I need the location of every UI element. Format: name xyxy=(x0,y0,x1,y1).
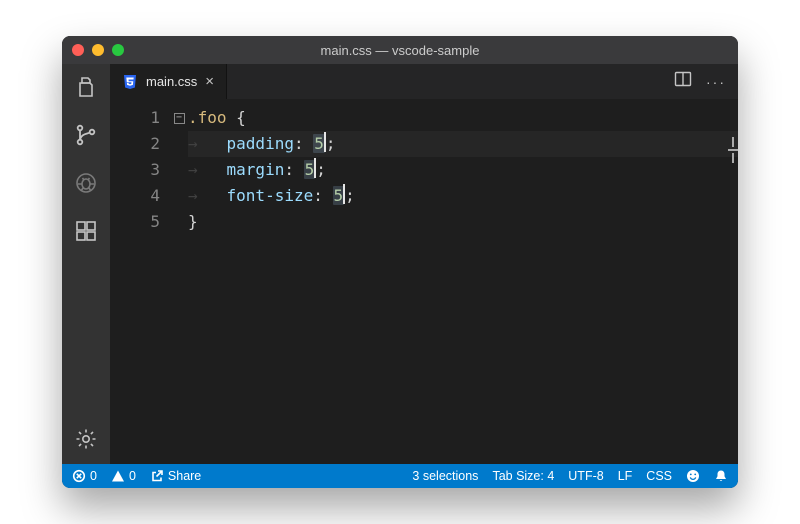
zoom-window-button[interactable] xyxy=(112,44,124,56)
multi-cursor-indicator xyxy=(728,137,738,163)
status-share-label: Share xyxy=(168,469,201,483)
status-tabsize[interactable]: Tab Size: 4 xyxy=(492,469,554,483)
tab-filename: main.css xyxy=(146,74,197,89)
line-number: 5 xyxy=(110,209,160,235)
tab-close-icon[interactable]: × xyxy=(205,74,214,89)
editor-group: main.css × ··· 1 2 3 4 5 xyxy=(110,64,738,464)
traffic-lights xyxy=(72,44,124,56)
status-share[interactable]: Share xyxy=(150,469,201,483)
status-feedback-icon[interactable] xyxy=(686,469,700,483)
fold-gutter: − xyxy=(170,105,188,464)
debug-icon[interactable] xyxy=(73,170,99,196)
explorer-icon[interactable] xyxy=(73,74,99,100)
line-number: 4 xyxy=(110,183,160,209)
status-bell-icon[interactable] xyxy=(714,469,728,483)
status-selections[interactable]: 3 selections xyxy=(412,469,478,483)
code-line: → font-size: 5; xyxy=(188,183,738,209)
code-line: .foo { xyxy=(188,105,738,131)
code-content[interactable]: .foo { → padding: 5; → margin: 5; → font… xyxy=(188,105,738,464)
workbench: main.css × ··· 1 2 3 4 5 xyxy=(62,64,738,464)
status-warnings[interactable]: 0 xyxy=(111,469,136,483)
line-number: 1 xyxy=(110,105,160,131)
code-line: → padding: 5; xyxy=(188,131,738,157)
warning-icon xyxy=(111,469,125,483)
error-icon xyxy=(72,469,86,483)
settings-gear-icon[interactable] xyxy=(73,426,99,452)
line-number: 2 xyxy=(110,131,160,157)
titlebar: main.css — vscode-sample xyxy=(62,36,738,64)
css-file-icon xyxy=(122,74,138,90)
status-language[interactable]: CSS xyxy=(646,469,672,483)
more-actions-icon[interactable]: ··· xyxy=(706,74,726,90)
vscode-window: main.css — vscode-sample xyxy=(62,36,738,488)
tab-bar: main.css × ··· xyxy=(110,64,738,99)
close-window-button[interactable] xyxy=(72,44,84,56)
status-bar: 0 0 Share 3 selections Tab Size: 4 UTF-8… xyxy=(62,464,738,488)
status-errors-count: 0 xyxy=(90,469,97,483)
tab-main-css[interactable]: main.css × xyxy=(110,64,227,99)
line-number-gutter: 1 2 3 4 5 xyxy=(110,105,170,464)
window-title: main.css — vscode-sample xyxy=(321,43,480,58)
source-control-icon[interactable] xyxy=(73,122,99,148)
status-encoding[interactable]: UTF-8 xyxy=(568,469,603,483)
line-number: 3 xyxy=(110,157,160,183)
extensions-icon[interactable] xyxy=(73,218,99,244)
status-errors[interactable]: 0 xyxy=(72,469,97,483)
share-icon xyxy=(150,469,164,483)
fold-toggle-icon[interactable]: − xyxy=(174,113,185,124)
split-editor-icon[interactable] xyxy=(674,70,692,93)
tab-actions: ··· xyxy=(662,64,738,99)
status-warnings-count: 0 xyxy=(129,469,136,483)
minimize-window-button[interactable] xyxy=(92,44,104,56)
activity-bar xyxy=(62,64,110,464)
status-eol[interactable]: LF xyxy=(618,469,633,483)
code-line: } xyxy=(188,209,738,235)
code-line: → margin: 5; xyxy=(188,157,738,183)
code-editor[interactable]: 1 2 3 4 5 − .foo { → padding: 5; → margi… xyxy=(110,99,738,464)
